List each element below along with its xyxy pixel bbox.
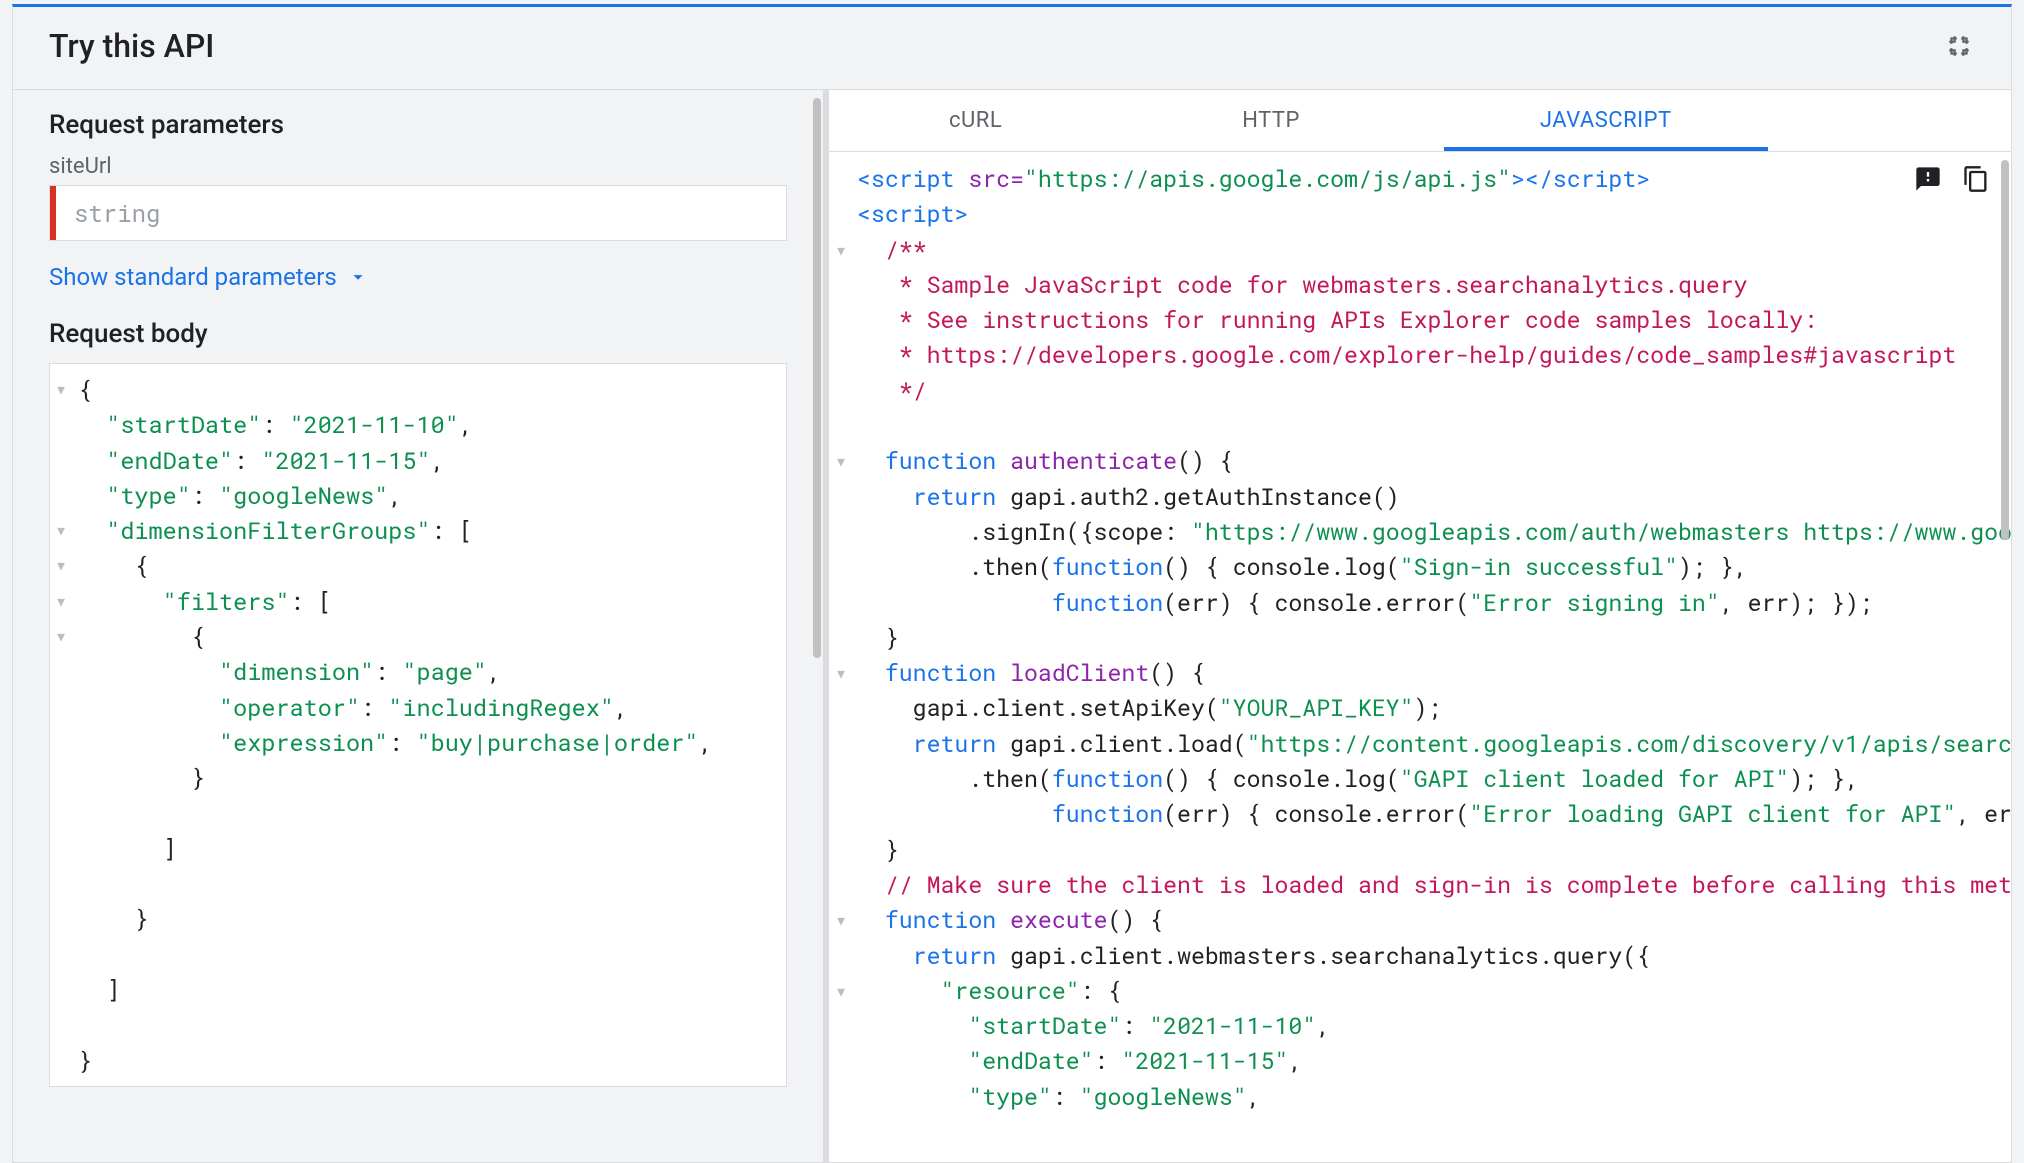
collapse-button[interactable]: [1943, 30, 1975, 62]
panel-body: Request parameters siteUrl Show standard…: [13, 90, 2011, 1162]
param-label-siteurl: siteUrl: [49, 154, 787, 179]
show-standard-parameters-label: Show standard parameters: [49, 263, 337, 291]
collapse-icon: [1946, 33, 1972, 59]
code-actions: [1911, 162, 1993, 196]
show-standard-parameters-toggle[interactable]: Show standard parameters: [49, 263, 369, 291]
json-fold-gutter: ▾▾▾▾▾: [50, 364, 72, 1086]
siteurl-input[interactable]: [56, 186, 786, 240]
request-pane: Request parameters siteUrl Show standard…: [13, 90, 829, 1162]
request-body-editor[interactable]: ▾▾▾▾▾ { "startDate": "2021-11-10", "endD…: [49, 363, 787, 1087]
scrollbar-thumb[interactable]: [813, 98, 821, 658]
scrollbar-thumb[interactable]: [2001, 160, 2009, 540]
copy-button[interactable]: [1959, 162, 1993, 196]
code-sample-pane: cURL HTTP JAVASCRIPT ▾ ▾ ▾: [829, 90, 2011, 1162]
panel-title: Try this API: [49, 27, 214, 65]
request-body-json[interactable]: { "startDate": "2021-11-10", "endDate": …: [72, 364, 786, 1086]
tab-javascript[interactable]: JAVASCRIPT: [1420, 90, 1792, 151]
report-issue-button[interactable]: [1911, 162, 1945, 196]
code-sample-js[interactable]: <script src="https://apis.google.com/js/…: [853, 152, 2011, 1162]
feedback-icon: [1914, 165, 1942, 193]
copy-icon: [1962, 165, 1990, 193]
tab-curl[interactable]: cURL: [829, 90, 1122, 151]
code-tabs: cURL HTTP JAVASCRIPT: [829, 90, 2011, 152]
siteurl-input-wrap: [49, 185, 787, 241]
chevron-down-icon: [347, 266, 369, 288]
tab-http[interactable]: HTTP: [1122, 90, 1420, 151]
code-area: ▾ ▾ ▾ ▾▾ <script src="https://apis.googl…: [829, 152, 2011, 1162]
request-body-heading: Request body: [49, 319, 787, 349]
api-explorer-panel: Try this API Request parameters siteUrl …: [12, 4, 2012, 1163]
code-fold-gutter: ▾ ▾ ▾ ▾▾: [829, 152, 853, 1162]
request-parameters-heading: Request parameters: [49, 110, 787, 140]
panel-header: Try this API: [13, 7, 2011, 90]
